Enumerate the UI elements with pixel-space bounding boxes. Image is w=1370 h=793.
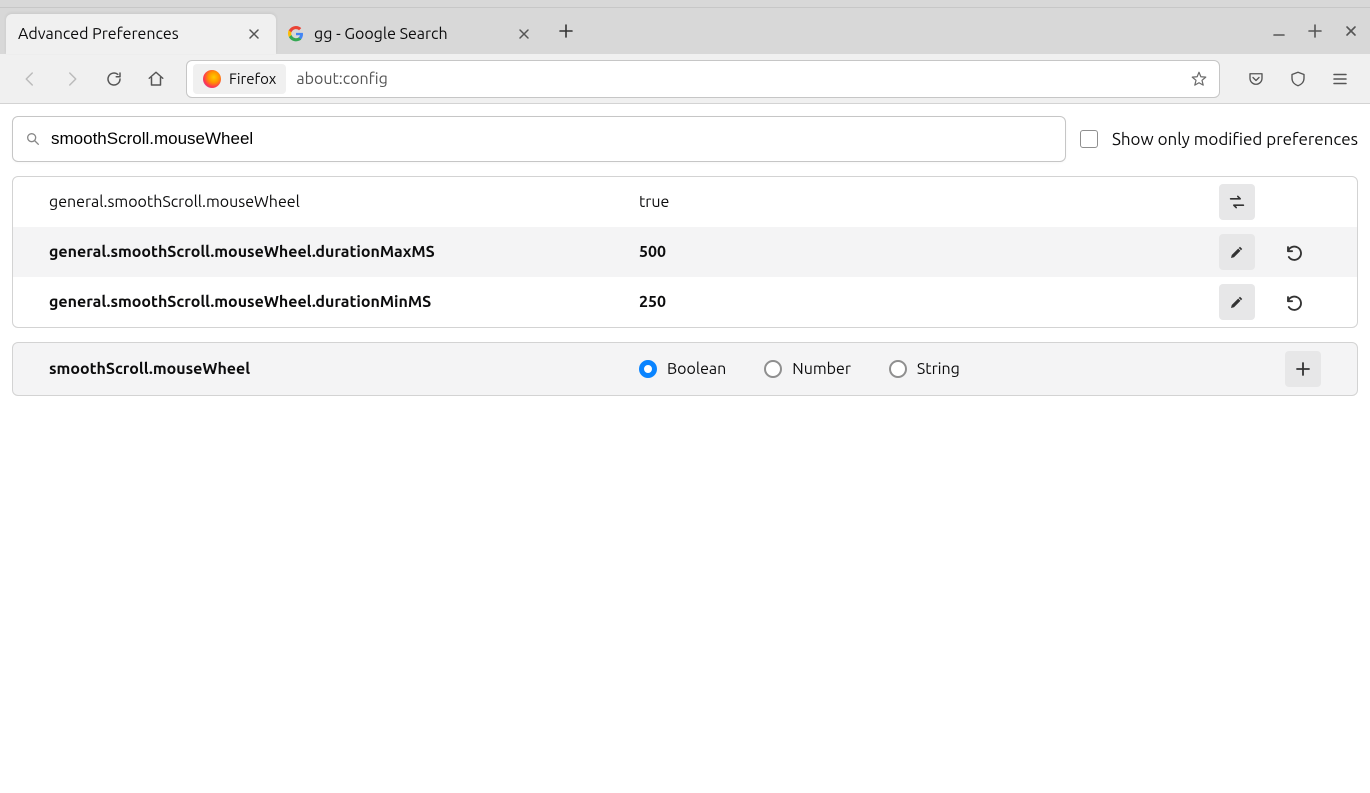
home-button[interactable]: [138, 61, 174, 97]
forward-button[interactable]: [54, 61, 90, 97]
firefox-icon: [203, 70, 221, 88]
navigation-toolbar: Firefox about:config: [0, 54, 1370, 104]
pref-name: general.smoothScroll.mouseWheel.duration…: [49, 243, 639, 261]
radio-label: Boolean: [667, 360, 726, 378]
new-pref-type-radios: Boolean Number String: [639, 360, 1249, 378]
close-window-icon[interactable]: [1342, 22, 1360, 40]
pref-value: 250: [639, 293, 1209, 311]
page-content: Show only modified preferences general.s…: [0, 104, 1370, 408]
ublock-button[interactable]: [1280, 61, 1316, 97]
url-text[interactable]: about:config: [286, 70, 1185, 88]
type-radio-boolean[interactable]: Boolean: [639, 360, 726, 378]
reload-button[interactable]: [96, 61, 132, 97]
window-controls: [1270, 8, 1360, 54]
identity-box[interactable]: Firefox: [193, 64, 286, 94]
radio-icon: [639, 360, 657, 378]
search-row: Show only modified preferences: [12, 116, 1358, 162]
url-bar[interactable]: Firefox about:config: [186, 60, 1220, 98]
edit-button[interactable]: [1219, 284, 1255, 320]
radio-label: String: [917, 360, 960, 378]
type-radio-string[interactable]: String: [889, 360, 960, 378]
new-pref-name: smoothScroll.mouseWheel: [49, 360, 639, 378]
search-icon: [25, 131, 41, 147]
pref-search-box[interactable]: [12, 116, 1066, 162]
show-modified-checkbox[interactable]: [1080, 130, 1098, 148]
tab-advanced-preferences[interactable]: Advanced Preferences: [6, 14, 276, 54]
new-tab-button[interactable]: [550, 15, 582, 47]
bookmark-star-icon[interactable]: [1185, 65, 1213, 93]
tab-title: gg - Google Search: [314, 25, 514, 43]
back-button[interactable]: [12, 61, 48, 97]
pref-row: general.smoothScroll.mouseWheeltrue: [13, 177, 1357, 227]
toggle-button[interactable]: [1219, 184, 1255, 220]
type-radio-number[interactable]: Number: [764, 360, 851, 378]
close-tab-icon[interactable]: [244, 24, 264, 44]
reset-button[interactable]: [1275, 234, 1311, 270]
show-modified-label: Show only modified preferences: [1112, 130, 1358, 149]
maximize-icon[interactable]: [1306, 22, 1324, 40]
edit-button[interactable]: [1219, 234, 1255, 270]
pocket-button[interactable]: [1238, 61, 1274, 97]
pref-name: general.smoothScroll.mouseWheel: [49, 193, 639, 211]
pref-row: general.smoothScroll.mouseWheel.duration…: [13, 227, 1357, 277]
tab-title: Advanced Preferences: [18, 25, 244, 43]
add-pref-button[interactable]: [1285, 351, 1321, 387]
radio-label: Number: [792, 360, 851, 378]
app-menu-button[interactable]: [1322, 61, 1358, 97]
tab-google-search[interactable]: gg - Google Search: [276, 14, 546, 54]
pref-value: 500: [639, 243, 1209, 261]
minimize-icon[interactable]: [1270, 22, 1288, 40]
window-titlebar: [0, 0, 1370, 8]
identity-label: Firefox: [229, 70, 276, 87]
google-icon: [288, 26, 304, 42]
close-tab-icon[interactable]: [514, 24, 534, 44]
pref-row: general.smoothScroll.mouseWheel.duration…: [13, 277, 1357, 327]
radio-icon: [889, 360, 907, 378]
tab-bar: Advanced Preferences gg - Google Search: [0, 8, 1370, 54]
new-preference-row: smoothScroll.mouseWheel Boolean Number Str…: [12, 342, 1358, 396]
reset-button[interactable]: [1275, 284, 1311, 320]
preferences-list: general.smoothScroll.mouseWheeltruegener…: [12, 176, 1358, 328]
pref-value: true: [639, 193, 1209, 211]
pref-search-input[interactable]: [51, 129, 1053, 149]
radio-icon: [764, 360, 782, 378]
pref-name: general.smoothScroll.mouseWheel.duration…: [49, 293, 639, 311]
